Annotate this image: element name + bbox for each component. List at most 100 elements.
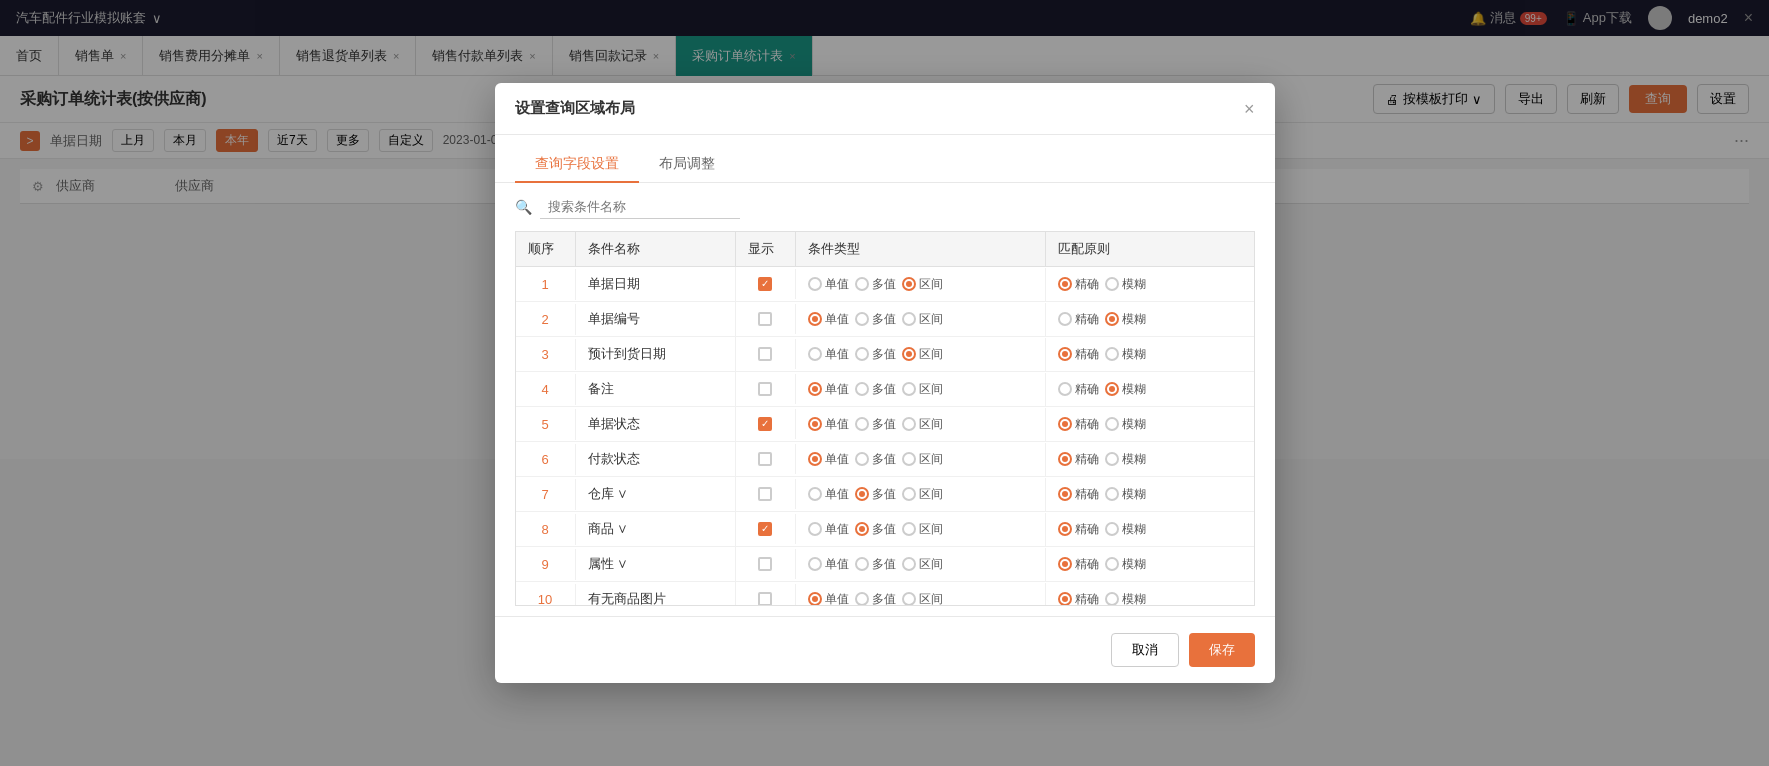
radio-type-label: 多值 [872, 416, 896, 433]
display-checkbox[interactable] [758, 347, 772, 361]
search-icon: 🔍 [515, 199, 532, 215]
row-order: 3 [516, 339, 576, 370]
radio-circle [1058, 347, 1072, 361]
table-row: 2单据编号单值多值区间精确模糊 [516, 302, 1254, 337]
table-row: 4备注 单值 多值 区间 精确模糊 [516, 372, 1254, 407]
display-checkbox[interactable] [758, 382, 772, 396]
row-type-cell: 单值 多值 区间 [796, 373, 1046, 406]
table-body: 1单据日期单值多值区间精确模糊2单据编号单值多值区间精确模糊3预计到货日期单值多… [515, 266, 1255, 459]
settings-dialog: 设置查询区域布局 × 查询字段设置 布局调整 🔍 顺序 条件名称 显示 条件类型 [495, 83, 1275, 459]
row-rule-cell: 精确模糊 [1046, 268, 1246, 301]
radio-circle [902, 347, 916, 361]
radio-type-type_range[interactable]: 区间 [902, 276, 943, 293]
radio-circle [808, 312, 822, 326]
row-name: 预计到货日期 [576, 337, 736, 371]
radio-type-label: 多值 [872, 451, 896, 460]
radio-type-label: 单值 [825, 276, 849, 293]
row-name: 单据日期 [576, 267, 736, 301]
radio-rule-rule_exact[interactable]: 精确 [1058, 381, 1099, 398]
radio-type-type_single[interactable]: 单值 [808, 451, 849, 460]
radio-rule-rule_fuzzy[interactable]: 模糊 [1105, 451, 1146, 460]
row-display-cell[interactable] [736, 444, 796, 459]
radio-type-label: 区间 [919, 381, 943, 398]
display-checkbox[interactable] [758, 312, 772, 326]
radio-circle [1105, 277, 1119, 291]
radio-rule-rule_fuzzy[interactable]: 模糊 [1105, 276, 1146, 293]
radio-circle [1058, 277, 1072, 291]
radio-rule-rule_exact[interactable]: 精确 [1058, 346, 1099, 363]
dialog-tab-layout[interactable]: 布局调整 [639, 147, 735, 183]
row-display-cell[interactable] [736, 269, 796, 299]
radio-type-type_multi[interactable]: 多值 [855, 276, 896, 293]
radio-rule-label: 精确 [1075, 381, 1099, 398]
radio-type-label: 多值 [872, 276, 896, 293]
col-order-header: 顺序 [516, 232, 576, 266]
dialog-close-button[interactable]: × [1244, 100, 1255, 118]
radio-type-type_single[interactable]: 单值 [808, 311, 849, 328]
radio-type-type_single[interactable]: 单值 [808, 346, 849, 363]
row-rule-cell: 精确模糊 [1046, 373, 1246, 406]
row-name: 付款状态 [576, 442, 736, 459]
radio-rule-label: 精确 [1075, 276, 1099, 293]
radio-rule-rule_fuzzy[interactable]: 模糊 [1105, 381, 1146, 398]
radio-type-type_range[interactable]: 区间 [902, 451, 943, 460]
radio-type-type_range[interactable]: 区间 [902, 311, 943, 328]
row-name: 单据状态 [576, 407, 736, 441]
search-input[interactable] [540, 195, 740, 219]
row-display-cell[interactable] [736, 409, 796, 439]
radio-rule-rule_fuzzy[interactable]: 模糊 [1105, 311, 1146, 328]
display-checkbox[interactable] [758, 417, 772, 431]
row-rule-cell: 精确模糊 [1046, 408, 1246, 441]
radio-circle [902, 382, 916, 396]
table-row: 6付款状态单值多值区间精确模糊 [516, 442, 1254, 459]
radio-rule-rule_fuzzy[interactable]: 模糊 [1105, 346, 1146, 363]
radio-type-type_single[interactable]: 单值 [808, 276, 849, 293]
radio-type-label: 单值 [825, 311, 849, 328]
row-name: 备注 [576, 372, 736, 406]
radio-rule-label: 模糊 [1122, 311, 1146, 328]
dialog-tab-query[interactable]: 查询字段设置 [515, 147, 639, 183]
radio-circle [855, 417, 869, 431]
radio-circle [902, 452, 916, 459]
radio-type-type_multi[interactable]: 多值 [855, 346, 896, 363]
radio-circle [808, 277, 822, 291]
radio-type-type_multi[interactable]: 多值 [855, 451, 896, 460]
radio-circle [902, 312, 916, 326]
display-checkbox[interactable] [758, 277, 772, 291]
row-type-cell: 单值 多值区间 [796, 268, 1046, 301]
radio-circle [808, 382, 822, 396]
radio-type-type_multi[interactable]: 多值 [855, 381, 896, 398]
row-order: 4 [516, 374, 576, 405]
display-checkbox[interactable] [758, 452, 772, 459]
radio-type-label: 单值 [825, 416, 849, 433]
row-display-cell[interactable] [736, 304, 796, 334]
radio-type-type_multi[interactable]: 多值 [855, 416, 896, 433]
radio-type-label: 单值 [825, 381, 849, 398]
radio-rule-rule_exact[interactable]: 精确 [1058, 451, 1099, 460]
radio-type-label: 多值 [872, 381, 896, 398]
radio-circle [1105, 312, 1119, 326]
radio-type-type_single[interactable]: 单值 [808, 381, 849, 398]
col-type-header: 条件类型 [796, 232, 1046, 266]
row-type-cell: 单值 多值区间 [796, 443, 1046, 460]
row-display-cell[interactable] [736, 339, 796, 369]
radio-rule-rule_exact[interactable]: 精确 [1058, 311, 1099, 328]
radio-circle [1105, 417, 1119, 431]
table-row: 3预计到货日期 单值多值区间 精确模糊 [516, 337, 1254, 372]
row-display-cell[interactable] [736, 374, 796, 404]
radio-circle [855, 277, 869, 291]
radio-type-label: 区间 [919, 311, 943, 328]
radio-circle [902, 417, 916, 431]
radio-type-type_range[interactable]: 区间 [902, 346, 943, 363]
radio-type-type_single[interactable]: 单值 [808, 416, 849, 433]
radio-type-type_multi[interactable]: 多值 [855, 311, 896, 328]
col-rule-header: 匹配原则 [1046, 232, 1246, 266]
radio-rule-rule_exact[interactable]: 精确 [1058, 416, 1099, 433]
radio-rule-label: 精确 [1075, 451, 1099, 460]
col-name-header: 条件名称 [576, 232, 736, 266]
radio-rule-rule_exact[interactable]: 精确 [1058, 276, 1099, 293]
dialog-tab-query-label: 查询字段设置 [535, 155, 619, 171]
radio-rule-rule_fuzzy[interactable]: 模糊 [1105, 416, 1146, 433]
radio-type-type_range[interactable]: 区间 [902, 416, 943, 433]
radio-type-type_range[interactable]: 区间 [902, 381, 943, 398]
